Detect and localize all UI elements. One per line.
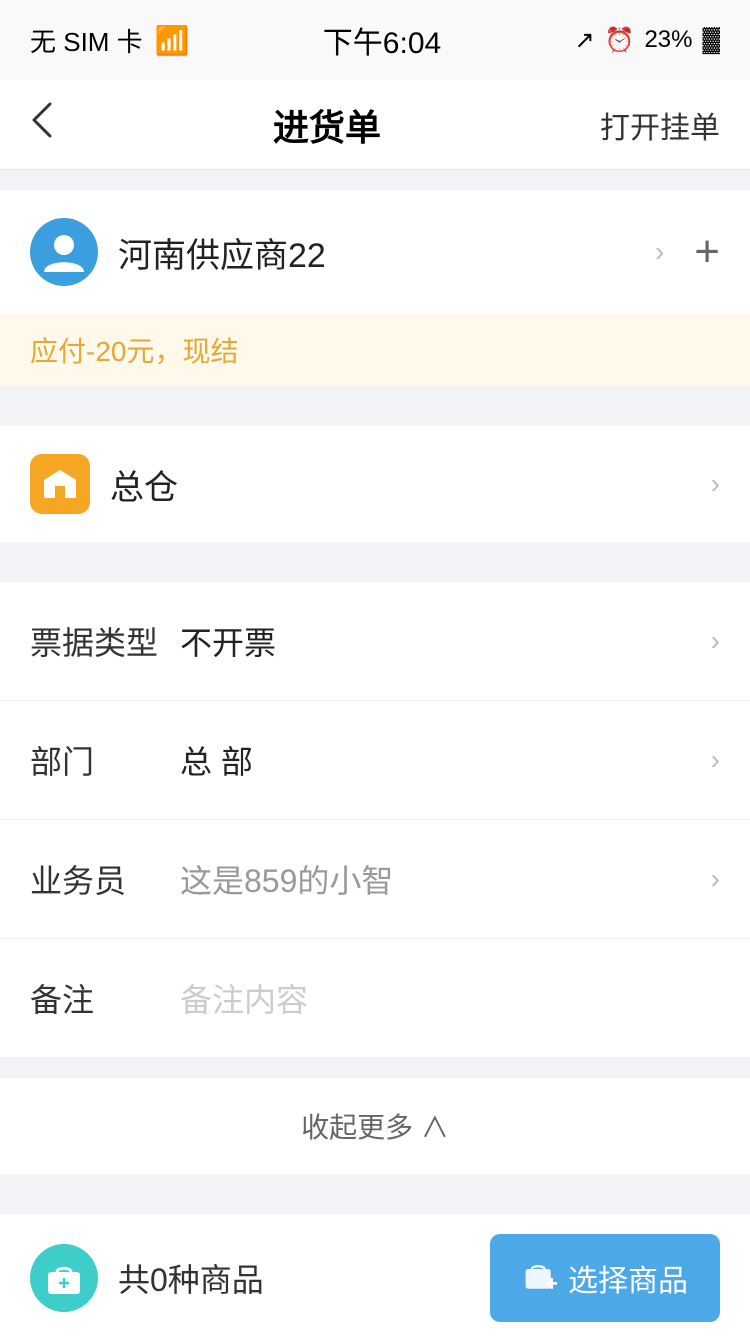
form-section: 票据类型 不开票 › 部门 总 部 › 业务员 这是859的小智 › 备注 备注…	[0, 582, 750, 1057]
goods-bar: 共0种商品 选择商品	[0, 1214, 750, 1342]
salesman-value: 这是859的小智	[180, 856, 711, 902]
goods-count: 共0种商品	[118, 1255, 490, 1301]
battery-icon: ▓	[702, 26, 720, 54]
invoice-chevron-icon: ›	[711, 625, 720, 657]
warehouse-section: 总仓 ›	[0, 426, 750, 542]
remark-row[interactable]: 备注 备注内容	[0, 939, 750, 1057]
select-goods-label: 选择商品	[568, 1256, 688, 1300]
salesman-label: 业务员	[30, 856, 180, 902]
open-pending-button[interactable]: 打开挂单	[600, 103, 720, 147]
page-title: 进货单	[273, 99, 381, 151]
department-label: 部门	[30, 737, 180, 783]
separator-4	[0, 1194, 750, 1214]
supplier-row[interactable]: 河南供应商22 › +	[0, 190, 750, 314]
nav-bar: 进货单 打开挂单	[0, 80, 750, 170]
notice-bar: 应付-20元，现结	[0, 314, 750, 386]
alarm-icon: ⏰	[605, 26, 635, 55]
status-right: ↗ ⏰ 23% ▓	[574, 26, 720, 55]
no-sim-text: 无 SIM 卡	[30, 22, 143, 59]
warehouse-chevron-icon: ›	[711, 468, 720, 500]
select-goods-button[interactable]: 选择商品	[490, 1234, 720, 1322]
separator-2	[0, 406, 750, 426]
invoice-type-row[interactable]: 票据类型 不开票 ›	[0, 582, 750, 701]
supplier-chevron-icon: ›	[655, 236, 664, 268]
separator-3	[0, 562, 750, 582]
warehouse-name: 总仓	[110, 460, 711, 509]
add-supplier-button[interactable]: +	[694, 227, 720, 277]
location-icon: ↗	[574, 26, 594, 55]
warehouse-icon	[30, 454, 90, 514]
remark-label: 备注	[30, 975, 180, 1021]
remark-input[interactable]: 备注内容	[180, 975, 720, 1021]
status-left: 无 SIM 卡 📶	[30, 22, 190, 59]
department-row[interactable]: 部门 总 部 ›	[0, 701, 750, 820]
goods-icon	[30, 1244, 98, 1312]
department-chevron-icon: ›	[711, 744, 720, 776]
collapse-bar[interactable]: 收起更多 ∧	[0, 1077, 750, 1174]
invoice-value: 不开票	[180, 618, 711, 664]
wifi-icon: 📶	[155, 24, 190, 57]
status-time: 下午6:04	[323, 18, 441, 62]
supplier-avatar	[30, 218, 98, 286]
back-button[interactable]	[30, 100, 54, 149]
notice-text: 应付-20元，现结	[30, 336, 238, 367]
salesman-chevron-icon: ›	[711, 863, 720, 895]
department-value: 总 部	[180, 737, 711, 783]
supplier-name: 河南供应商22	[118, 228, 655, 277]
status-bar: 无 SIM 卡 📶 下午6:04 ↗ ⏰ 23% ▓	[0, 0, 750, 80]
battery-text: 23%	[644, 26, 692, 54]
separator-1	[0, 170, 750, 190]
salesman-row[interactable]: 业务员 这是859的小智 ›	[0, 820, 750, 939]
supplier-section: 河南供应商22 › + 应付-20元，现结	[0, 190, 750, 386]
collapse-label: 收起更多 ∧	[301, 1112, 449, 1143]
avatar-icon	[30, 218, 98, 286]
invoice-label: 票据类型	[30, 618, 180, 664]
warehouse-row[interactable]: 总仓 ›	[0, 426, 750, 542]
